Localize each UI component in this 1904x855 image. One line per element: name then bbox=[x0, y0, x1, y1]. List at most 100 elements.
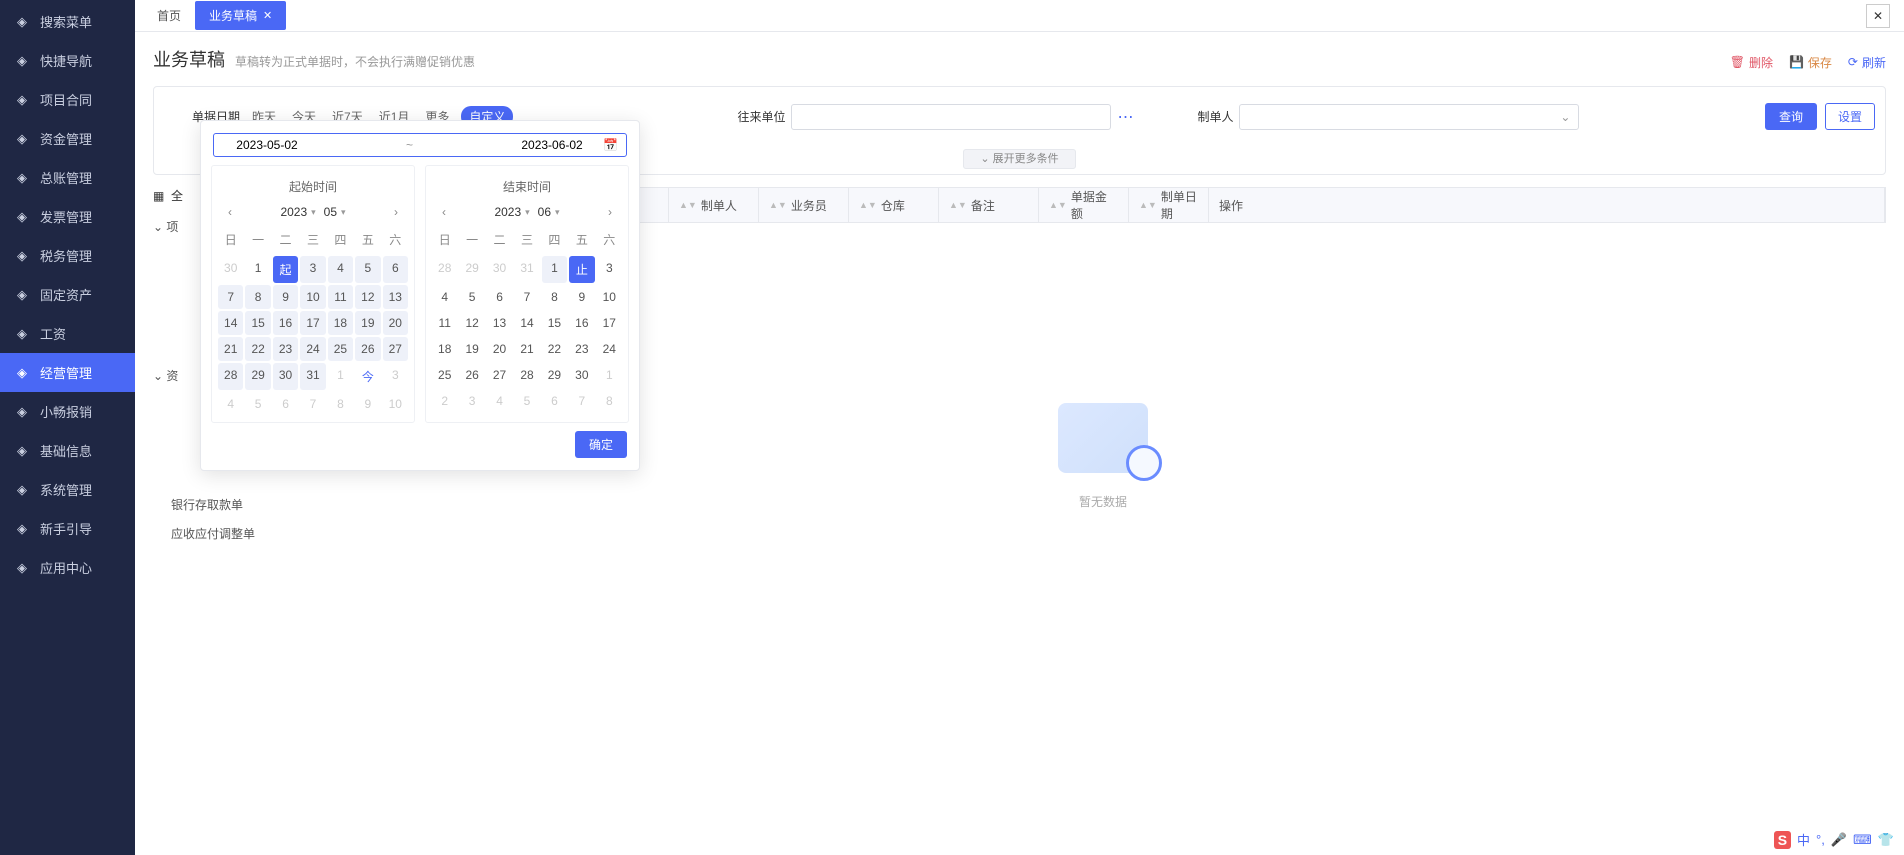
calendar-day[interactable]: 1 bbox=[328, 363, 353, 390]
calendar-day[interactable]: 25 bbox=[432, 363, 457, 387]
query-button[interactable]: 查询 bbox=[1765, 103, 1817, 130]
sidebar-item-1[interactable]: ◈快捷导航 bbox=[0, 41, 135, 80]
sidebar-item-3[interactable]: ◈资金管理 bbox=[0, 119, 135, 158]
date-confirm-button[interactable]: 确定 bbox=[575, 431, 627, 458]
calendar-day[interactable]: 15 bbox=[245, 311, 270, 335]
calendar-day[interactable]: 1 bbox=[597, 363, 622, 387]
calendar-day[interactable]: 23 bbox=[273, 337, 298, 361]
calendar-day[interactable]: 14 bbox=[218, 311, 243, 335]
calendar-day[interactable]: 7 bbox=[569, 389, 594, 413]
calendar-day[interactable]: 5 bbox=[514, 389, 539, 413]
calendar-day[interactable]: 4 bbox=[218, 392, 243, 416]
sidebar-item-2[interactable]: ◈项目合同 bbox=[0, 80, 135, 119]
ime-keyboard-icon[interactable]: ⌨ bbox=[1853, 832, 1872, 848]
prev-month-left[interactable]: ‹ bbox=[220, 205, 240, 219]
calendar-day[interactable]: 21 bbox=[218, 337, 243, 361]
calendar-day[interactable]: 1 bbox=[245, 256, 270, 283]
calendar-day[interactable]: 22 bbox=[245, 337, 270, 361]
calendar-day[interactable]: 21 bbox=[514, 337, 539, 361]
calendar-day[interactable]: 7 bbox=[300, 392, 325, 416]
calendar-day[interactable]: 3 bbox=[300, 256, 325, 283]
th-creator[interactable]: ▲▼制单人 bbox=[669, 188, 759, 222]
sidebar-item-6[interactable]: ◈税务管理 bbox=[0, 236, 135, 275]
ime-mic-icon[interactable]: 🎤 bbox=[1831, 832, 1847, 848]
calendar-day[interactable]: 4 bbox=[328, 256, 353, 283]
month-select-left[interactable]: 05 bbox=[324, 205, 346, 219]
calendar-day[interactable]: 17 bbox=[597, 311, 622, 335]
date-start-input[interactable] bbox=[222, 138, 312, 152]
sidebar-item-4[interactable]: ◈总账管理 bbox=[0, 158, 135, 197]
creator-select[interactable]: ⌄ bbox=[1239, 104, 1579, 130]
calendar-day[interactable]: 2 bbox=[432, 389, 457, 413]
category-item-bank[interactable]: 银行存取款单 bbox=[153, 490, 308, 519]
calendar-day[interactable]: 16 bbox=[273, 311, 298, 335]
ime-lang[interactable]: 中 bbox=[1797, 830, 1810, 849]
calendar-day[interactable]: 止 bbox=[569, 256, 594, 283]
calendar-day[interactable]: 12 bbox=[459, 311, 484, 335]
calendar-day[interactable]: 19 bbox=[355, 311, 380, 335]
sidebar-item-11[interactable]: ◈基础信息 bbox=[0, 431, 135, 470]
calendar-day[interactable]: 起 bbox=[273, 256, 298, 283]
save-button[interactable]: 💾保存 bbox=[1789, 54, 1832, 71]
category-item-adjust[interactable]: 应收应付调整单 bbox=[153, 519, 308, 548]
delete-button[interactable]: 🗑删除 bbox=[1730, 54, 1773, 71]
calendar-day[interactable]: 9 bbox=[569, 285, 594, 309]
th-amount[interactable]: ▲▼单据金额 bbox=[1039, 188, 1129, 222]
calendar-day[interactable]: 8 bbox=[542, 285, 567, 309]
calendar-day[interactable]: 11 bbox=[432, 311, 457, 335]
month-select-right[interactable]: 06 bbox=[538, 205, 560, 219]
calendar-day[interactable]: 10 bbox=[597, 285, 622, 309]
date-end-input[interactable] bbox=[507, 138, 597, 152]
calendar-day[interactable]: 24 bbox=[597, 337, 622, 361]
calendar-day[interactable]: 8 bbox=[245, 285, 270, 309]
calendar-day[interactable]: 19 bbox=[459, 337, 484, 361]
expand-filters[interactable]: ⌄ 展开更多条件 bbox=[963, 149, 1075, 169]
calendar-day[interactable]: 9 bbox=[273, 285, 298, 309]
calendar-day[interactable]: 20 bbox=[383, 311, 408, 335]
ime-skin-icon[interactable]: 👕 bbox=[1878, 832, 1894, 848]
calendar-day[interactable]: 7 bbox=[218, 285, 243, 309]
sidebar-item-13[interactable]: ◈新手引导 bbox=[0, 509, 135, 548]
calendar-day[interactable]: 3 bbox=[383, 363, 408, 390]
calendar-day[interactable]: 3 bbox=[459, 389, 484, 413]
calendar-day[interactable]: 8 bbox=[597, 389, 622, 413]
year-select-left[interactable]: 2023 bbox=[280, 205, 315, 219]
calendar-day[interactable]: 30 bbox=[273, 363, 298, 390]
calendar-day[interactable]: 7 bbox=[514, 285, 539, 309]
calendar-day[interactable]: 27 bbox=[383, 337, 408, 361]
calendar-day[interactable]: 31 bbox=[300, 363, 325, 390]
settings-button[interactable]: 设置 bbox=[1825, 103, 1875, 130]
ime-punct-icon[interactable]: °, bbox=[1816, 832, 1825, 847]
calendar-day[interactable]: 24 bbox=[300, 337, 325, 361]
tab-1[interactable]: 业务草稿✕ bbox=[195, 1, 286, 30]
ime-badge[interactable]: S bbox=[1774, 831, 1791, 849]
calendar-day[interactable]: 3 bbox=[597, 256, 622, 283]
close-all-tabs[interactable]: ✕ bbox=[1866, 4, 1890, 28]
calendar-day[interactable]: 14 bbox=[514, 311, 539, 335]
calendar-day[interactable]: 16 bbox=[569, 311, 594, 335]
calendar-day[interactable]: 31 bbox=[514, 256, 539, 283]
calendar-icon[interactable]: 📅 bbox=[603, 138, 618, 152]
calendar-day[interactable]: 13 bbox=[383, 285, 408, 309]
calendar-day[interactable]: 10 bbox=[300, 285, 325, 309]
calendar-day[interactable]: 11 bbox=[328, 285, 353, 309]
calendar-day[interactable]: 28 bbox=[514, 363, 539, 387]
sidebar-item-0[interactable]: ◈搜索菜单 bbox=[0, 2, 135, 41]
calendar-day[interactable]: 28 bbox=[432, 256, 457, 283]
calendar-day[interactable]: 5 bbox=[459, 285, 484, 309]
calendar-day[interactable]: 17 bbox=[300, 311, 325, 335]
calendar-day[interactable]: 20 bbox=[487, 337, 512, 361]
next-month-left[interactable]: › bbox=[386, 205, 406, 219]
calendar-day[interactable]: 30 bbox=[569, 363, 594, 387]
calendar-day[interactable]: 6 bbox=[383, 256, 408, 283]
th-date[interactable]: ▲▼制单日期 bbox=[1129, 188, 1209, 222]
sidebar-item-14[interactable]: ◈应用中心 bbox=[0, 548, 135, 587]
calendar-day[interactable]: 29 bbox=[459, 256, 484, 283]
th-remark[interactable]: ▲▼备注 bbox=[939, 188, 1039, 222]
calendar-day[interactable]: 6 bbox=[273, 392, 298, 416]
calendar-day[interactable]: 12 bbox=[355, 285, 380, 309]
sidebar-item-8[interactable]: ◈工资 bbox=[0, 314, 135, 353]
prev-month-right[interactable]: ‹ bbox=[434, 205, 454, 219]
sidebar-item-9[interactable]: ◈经营管理 bbox=[0, 353, 135, 392]
sidebar-item-5[interactable]: ◈发票管理 bbox=[0, 197, 135, 236]
